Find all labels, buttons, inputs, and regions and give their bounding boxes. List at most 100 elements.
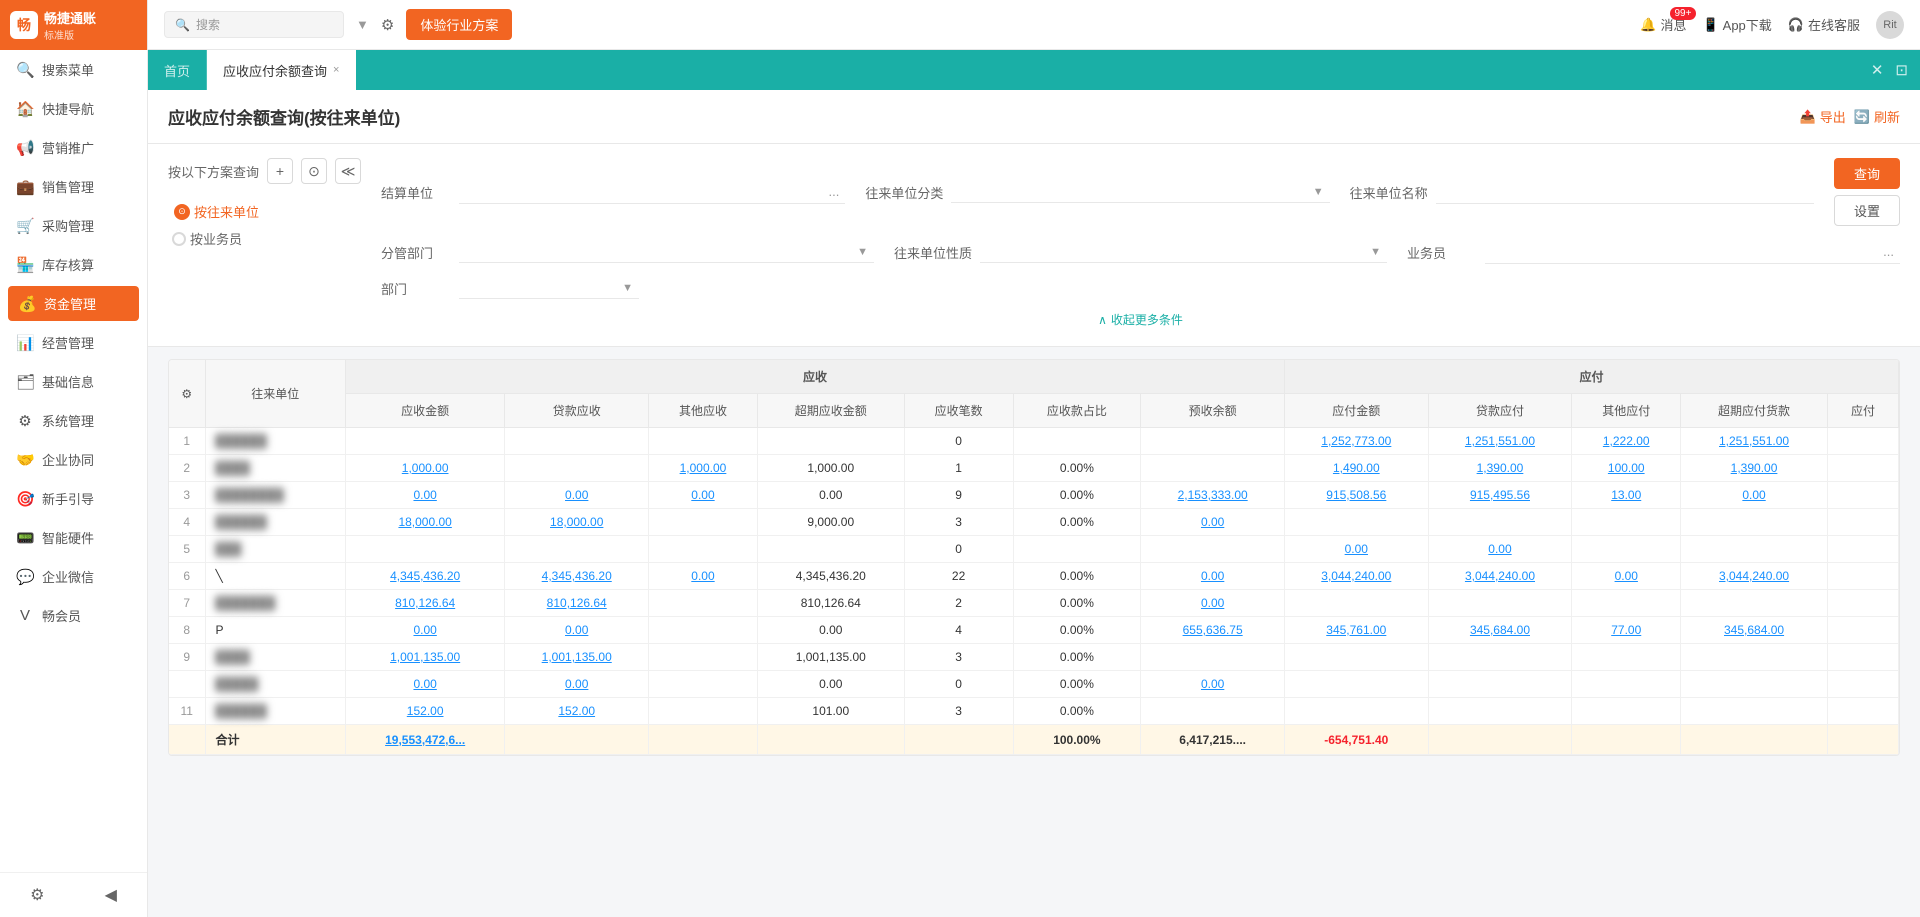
pay-loan[interactable]: 3,044,240.00 (1428, 563, 1572, 590)
tab-close-window-btn[interactable]: ✕ (1867, 57, 1888, 83)
prepaid[interactable]: 2,153,333.00 (1141, 482, 1285, 509)
recv-amt[interactable]: 1,000.00 (345, 455, 504, 482)
pay-other[interactable]: 13.00 (1572, 482, 1681, 509)
user-avatar[interactable]: Rit (1876, 11, 1904, 39)
pay-loan[interactable]: 1,251,551.00 (1428, 428, 1572, 455)
scheme-collapse-btn[interactable]: ≪ (335, 158, 361, 184)
recv-amt[interactable]: 810,126.64 (345, 590, 504, 617)
partner-nature-dropdown[interactable]: ▼ (980, 242, 1387, 263)
prepaid[interactable]: 0.00 (1141, 671, 1285, 698)
pay-amt[interactable]: 1,490.00 (1284, 455, 1428, 482)
recv-loan[interactable]: 810,126.64 (505, 590, 649, 617)
sidebar-item-member[interactable]: V 畅会员 (0, 596, 147, 635)
pay-amt[interactable]: 1,252,773.00 (1284, 428, 1428, 455)
prepaid[interactable]: 655,636.75 (1141, 617, 1285, 644)
salesperson-input[interactable]: ... (1485, 240, 1900, 264)
recv-amt[interactable]: 4,345,436.20 (345, 563, 504, 590)
prepaid[interactable]: 0.00 (1141, 509, 1285, 536)
recv-amt[interactable]: 152.00 (345, 698, 504, 725)
pay-loan[interactable]: 915,495.56 (1428, 482, 1572, 509)
pay-other[interactable]: 1,222.00 (1572, 428, 1681, 455)
pay-amt[interactable]: 915,508.56 (1284, 482, 1428, 509)
refresh-btn[interactable]: 🔄 刷新 (1854, 107, 1900, 126)
scheme-settings-btn[interactable]: ⊙ (301, 158, 327, 184)
pay-other[interactable]: 100.00 (1572, 455, 1681, 482)
sidebar-item-sales[interactable]: 💼 销售管理 (0, 167, 147, 206)
tab-home[interactable]: 首页 (148, 50, 207, 90)
settings-btn[interactable]: 设置 (1834, 195, 1900, 226)
pay-overdue[interactable]: 0.00 (1681, 482, 1828, 509)
prepaid[interactable]: 0.00 (1141, 563, 1285, 590)
online-service-btn[interactable]: 🎧 在线客服 (1788, 15, 1860, 34)
recv-loan[interactable]: 0.00 (505, 617, 649, 644)
dept-manager-dropdown[interactable]: ▼ (459, 242, 874, 263)
pay-amt[interactable]: 3,044,240.00 (1284, 563, 1428, 590)
sidebar-item-nav[interactable]: 🏠 快捷导航 (0, 89, 147, 128)
settlement-dots-icon[interactable]: ... (829, 184, 840, 199)
export-btn[interactable]: 📤 导出 (1800, 107, 1846, 126)
recv-amt[interactable]: 0.00 (345, 617, 504, 644)
recv-loan[interactable]: 1,001,135.00 (505, 644, 649, 671)
pay-overdue[interactable]: 345,684.00 (1681, 617, 1828, 644)
pay-overdue[interactable]: 3,044,240.00 (1681, 563, 1828, 590)
add-scheme-btn[interactable]: + (267, 158, 293, 184)
sidebar-item-inventory[interactable]: 🏪 库存核算 (0, 245, 147, 284)
pay-other[interactable]: 0.00 (1572, 563, 1681, 590)
industry-btn[interactable]: 体验行业方案 (406, 9, 512, 40)
topbar-gear-icon[interactable]: ⚙ (381, 16, 394, 34)
topbar-chevron-icon[interactable]: ▼ (356, 17, 369, 32)
recv-loan[interactable]: 0.00 (505, 671, 649, 698)
partner-name-input[interactable] (1436, 180, 1814, 204)
sidebar-item-search[interactable]: 🔍 搜索菜单 (0, 50, 147, 89)
method-by-unit[interactable]: ⊙ 按往来单位 (168, 198, 361, 225)
pay-overdue[interactable]: 1,251,551.00 (1681, 428, 1828, 455)
app-download-btn[interactable]: 📱 App下载 (1702, 15, 1771, 34)
method-by-staff[interactable]: 按业务员 (168, 225, 361, 252)
sidebar-item-guide[interactable]: 🎯 新手引导 (0, 479, 147, 518)
sidebar-item-marketing[interactable]: 📢 营销推广 (0, 128, 147, 167)
notification-btn[interactable]: 🔔 消息 99+ (1640, 15, 1686, 34)
tab-close-icon[interactable]: × (333, 64, 339, 76)
recv-loan[interactable]: 4,345,436.20 (505, 563, 649, 590)
query-btn[interactable]: 查询 (1834, 158, 1900, 189)
recv-other[interactable]: 0.00 (649, 482, 758, 509)
pay-loan[interactable]: 345,684.00 (1428, 617, 1572, 644)
pay-loan[interactable]: 0.00 (1428, 536, 1572, 563)
sidebar-settings-btn[interactable]: ⚙ (30, 885, 44, 905)
recv-amt[interactable]: 18,000.00 (345, 509, 504, 536)
sidebar-item-system[interactable]: ⚙ 系统管理 (0, 401, 147, 440)
sidebar-item-hardware[interactable]: 📟 智能硬件 (0, 518, 147, 557)
sidebar-item-purchase[interactable]: 🛒 采购管理 (0, 206, 147, 245)
sidebar-item-base[interactable]: 🗂 基础信息 (0, 362, 147, 401)
department-dropdown[interactable]: ▼ (459, 278, 639, 299)
prepaid[interactable]: 0.00 (1141, 590, 1285, 617)
collapse-btn[interactable]: ∧ 收起更多条件 (1088, 307, 1193, 332)
recv-loan[interactable]: 0.00 (505, 482, 649, 509)
sidebar-item-operations[interactable]: 📊 经营管理 (0, 323, 147, 362)
pay-other[interactable]: 77.00 (1572, 617, 1681, 644)
sidebar-item-finance[interactable]: 💰 资金管理 (8, 286, 139, 321)
recv-amt[interactable]: 0.00 (345, 671, 504, 698)
sidebar-item-wechat[interactable]: 💬 企业微信 (0, 557, 147, 596)
settlement-unit-input[interactable]: ... (459, 180, 845, 204)
recv-loan[interactable]: 152.00 (505, 698, 649, 725)
salesperson-dots-icon[interactable]: ... (1883, 244, 1894, 259)
recv-loan[interactable]: 18,000.00 (505, 509, 649, 536)
recv-other[interactable]: 1,000.00 (649, 455, 758, 482)
sidebar-item-collab[interactable]: 🤝 企业协同 (0, 440, 147, 479)
pay-overdue[interactable]: 1,390.00 (1681, 455, 1828, 482)
partner-category-dropdown[interactable]: ▼ (951, 182, 1329, 203)
topbar-search[interactable]: 🔍 搜索 (164, 11, 344, 38)
recv-other[interactable]: 0.00 (649, 563, 758, 590)
collapse-row: ∧ 收起更多条件 (381, 307, 1900, 332)
pay-amt[interactable]: 0.00 (1284, 536, 1428, 563)
recv-amt[interactable]: 0.00 (345, 482, 504, 509)
table-settings-header[interactable]: ⚙ (169, 360, 205, 428)
sidebar-collapse-btn[interactable]: ◀ (105, 885, 117, 905)
pay-amt[interactable]: 345,761.00 (1284, 617, 1428, 644)
tab-maximize-btn[interactable]: ⊡ (1891, 57, 1912, 83)
pay-loan[interactable]: 1,390.00 (1428, 455, 1572, 482)
total-recv-amt[interactable]: 19,553,472,6... (345, 725, 504, 755)
recv-amt[interactable]: 1,001,135.00 (345, 644, 504, 671)
tab-receivable-query[interactable]: 应收应付余额查询 × (207, 50, 356, 90)
